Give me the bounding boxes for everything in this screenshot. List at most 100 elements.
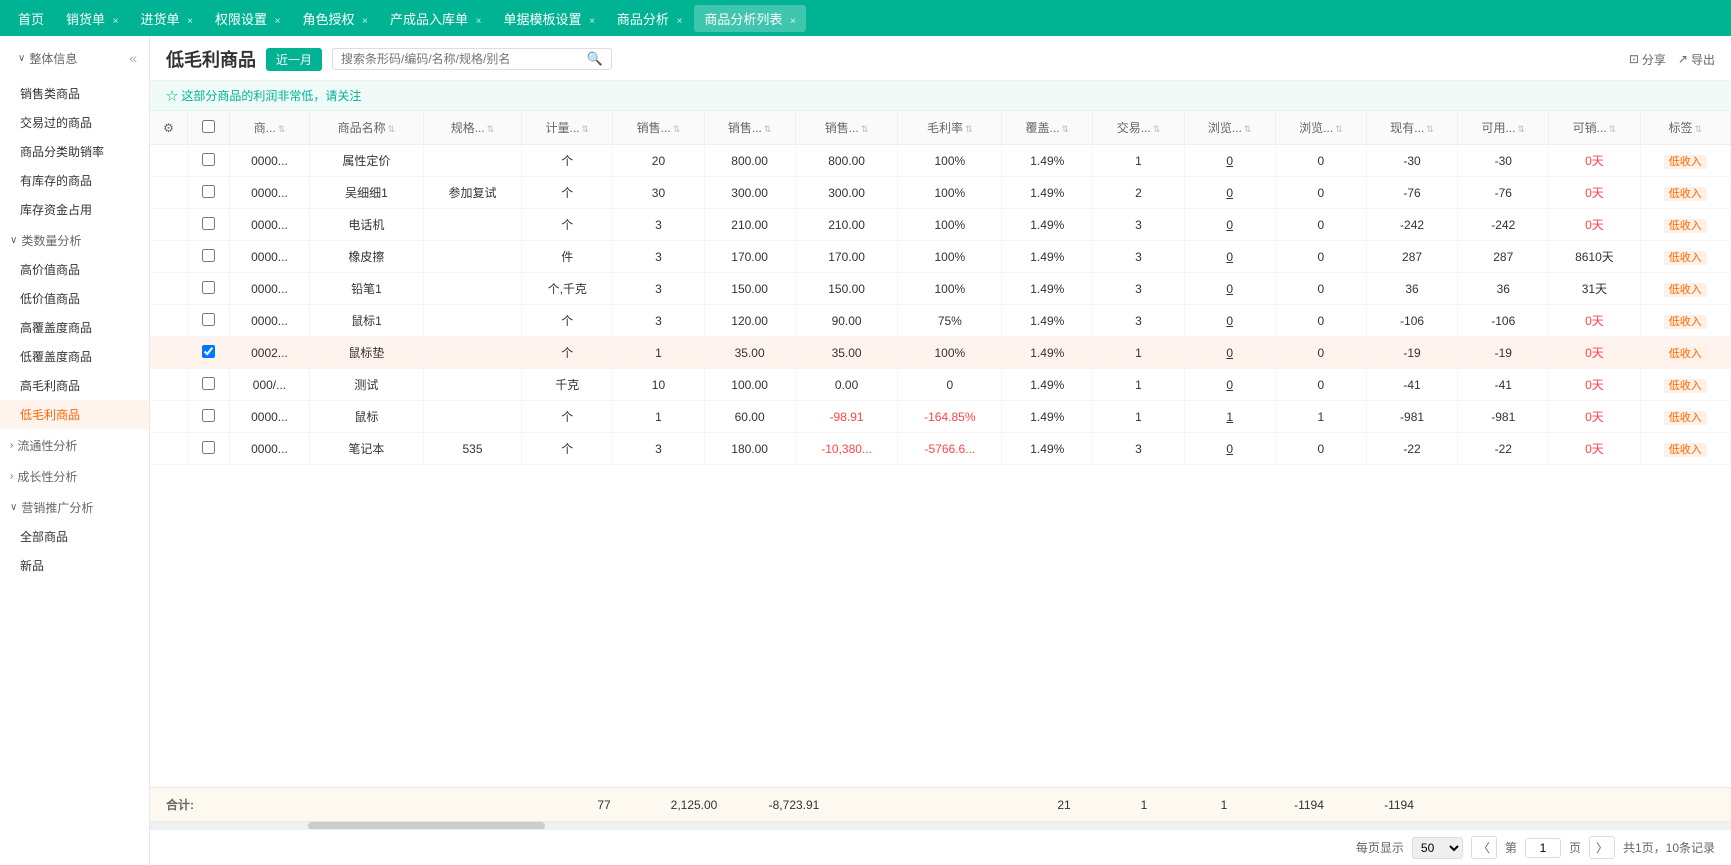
cell-checkbox[interactable] — [188, 177, 230, 209]
row-checkbox[interactable] — [202, 441, 215, 454]
cell-name: 铅笔1 — [310, 273, 424, 305]
cell-coverage: 1.49% — [1002, 401, 1093, 433]
sidebar-item-all-goods[interactable]: 全部商品 — [0, 522, 149, 551]
cell-views1[interactable]: 0 — [1184, 209, 1275, 241]
cell-checkbox[interactable] — [188, 433, 230, 465]
cell-views1[interactable]: 0 — [1184, 433, 1275, 465]
sidebar-item-high-margin[interactable]: 高毛利商品 — [0, 371, 149, 400]
sidebar-group-overall-info[interactable]: ∨ 整体信息 — [8, 42, 87, 73]
row-checkbox[interactable] — [202, 345, 215, 358]
nav-sales-order[interactable]: 销货单 × — [56, 5, 128, 32]
nav-product-entry[interactable]: 产成品入库单 × — [380, 5, 491, 32]
cell-views2: 0 — [1275, 433, 1366, 465]
nav-product-analysis[interactable]: 商品分析 × — [607, 5, 692, 32]
row-checkbox[interactable] — [202, 409, 215, 422]
cell-settings — [150, 401, 188, 433]
nav-close-icon[interactable]: × — [589, 16, 595, 27]
sidebar-item-traded-goods[interactable]: 交易过的商品 — [0, 108, 149, 137]
cell-views1[interactable]: 0 — [1184, 305, 1275, 337]
share-button[interactable]: ⊡ 分享 — [1629, 51, 1666, 68]
sidebar-item-low-margin[interactable]: 低毛利商品 — [0, 400, 149, 429]
nav-template-settings[interactable]: 单据模板设置 × — [493, 5, 604, 32]
search-input[interactable] — [341, 52, 587, 66]
cell-code: 0000... — [229, 305, 309, 337]
search-icon[interactable]: 🔍 — [587, 51, 603, 67]
cell-views1[interactable]: 0 — [1184, 273, 1275, 305]
nav-close-icon[interactable]: × — [187, 16, 193, 27]
row-checkbox[interactable] — [202, 377, 215, 390]
nav-close-icon[interactable]: × — [113, 16, 119, 27]
cell-checkbox[interactable] — [188, 401, 230, 433]
nav-close-icon[interactable]: × — [677, 16, 683, 27]
nav-close-icon[interactable]: × — [362, 16, 368, 27]
col-checkbox[interactable] — [188, 111, 230, 145]
sidebar-collapse-button[interactable]: « — [125, 46, 141, 70]
nav-purchase-order[interactable]: 进货单 × — [131, 5, 203, 32]
nav-product-analysis-list[interactable]: 商品分析列表 × — [694, 5, 805, 32]
cell-current-stock: -981 — [1366, 401, 1457, 433]
cell-sales-qty: 3 — [613, 209, 704, 241]
page-size-select[interactable]: 50 20 100 — [1412, 837, 1463, 859]
sidebar-group-marketing[interactable]: ∨ 营销推广分析 — [0, 491, 149, 522]
nav-permissions[interactable]: 权限设置 × — [205, 5, 290, 32]
cell-checkbox[interactable] — [188, 273, 230, 305]
cell-name: 笔记本 — [310, 433, 424, 465]
sidebar-item-category-rate[interactable]: 商品分类助销率 — [0, 137, 149, 166]
row-checkbox[interactable] — [202, 217, 215, 230]
sidebar-item-sales-goods[interactable]: 销售类商品 — [0, 79, 149, 108]
sidebar-item-new-goods[interactable]: 新品 — [0, 551, 149, 580]
cell-checkbox[interactable] — [188, 305, 230, 337]
prev-page-button[interactable]: 〈 — [1471, 836, 1497, 859]
col-sales-profit: 销售...⇅ — [795, 111, 898, 145]
cell-sales-profit: 210.00 — [795, 209, 898, 241]
cell-views1[interactable]: 0 — [1184, 241, 1275, 273]
cell-checkbox[interactable] — [188, 209, 230, 241]
nav-close-icon[interactable]: × — [476, 16, 482, 27]
cell-views1[interactable]: 0 — [1184, 369, 1275, 401]
col-settings[interactable]: ⚙ — [150, 111, 188, 145]
cell-sales-qty: 3 — [613, 433, 704, 465]
sidebar-group-liquidity[interactable]: › 流通性分析 — [0, 429, 149, 460]
cell-checkbox[interactable] — [188, 145, 230, 177]
sidebar-item-low-value[interactable]: 低价值商品 — [0, 284, 149, 313]
row-checkbox[interactable] — [202, 153, 215, 166]
cell-checkbox[interactable] — [188, 369, 230, 401]
total-available-stock: -1194 — [1364, 798, 1434, 812]
next-page-button[interactable]: 〉 — [1589, 836, 1615, 859]
cell-code: 0000... — [229, 177, 309, 209]
sidebar-group-growth[interactable]: › 成长性分析 — [0, 460, 149, 491]
chevron-down-icon: ∨ — [18, 53, 25, 64]
cell-checkbox[interactable] — [188, 241, 230, 273]
cell-available-stock: -30 — [1458, 145, 1549, 177]
row-checkbox[interactable] — [202, 281, 215, 294]
table-row: 0000... 橡皮擦 件 3 170.00 170.00 100% 1.49%… — [150, 241, 1731, 273]
sidebar-group-quantity-analysis[interactable]: ∨ 类数量分析 — [0, 224, 149, 255]
cell-views1[interactable]: 0 — [1184, 177, 1275, 209]
sidebar-item-high-value[interactable]: 高价值商品 — [0, 255, 149, 284]
filter-period-button[interactable]: 近一月 — [266, 48, 322, 71]
row-checkbox[interactable] — [202, 185, 215, 198]
nav-role-auth[interactable]: 角色授权 × — [292, 5, 377, 32]
total-sales-profit: -8,723.91 — [754, 798, 834, 812]
page-number-input[interactable] — [1525, 838, 1561, 858]
cell-transaction: 3 — [1093, 273, 1184, 305]
nav-close-icon[interactable]: × — [790, 16, 796, 27]
select-all-checkbox[interactable] — [202, 120, 215, 133]
cell-views1[interactable]: 0 — [1184, 145, 1275, 177]
col-coverage: 覆盖...⇅ — [1002, 111, 1093, 145]
cell-views1[interactable]: 0 — [1184, 337, 1275, 369]
sidebar-item-stocked-goods[interactable]: 有库存的商品 — [0, 166, 149, 195]
sidebar-item-high-coverage[interactable]: 高覆盖度商品 — [0, 313, 149, 342]
sidebar-item-low-coverage[interactable]: 低覆盖度商品 — [0, 342, 149, 371]
cell-settings — [150, 273, 188, 305]
sidebar-item-inventory-capital[interactable]: 库存资金占用 — [0, 195, 149, 224]
export-button[interactable]: ↗ 导出 — [1678, 51, 1715, 68]
cell-checkbox[interactable] — [188, 337, 230, 369]
cell-gross-rate: 100% — [898, 145, 1002, 177]
nav-close-icon[interactable]: × — [275, 16, 281, 27]
row-checkbox[interactable] — [202, 249, 215, 262]
nav-home[interactable]: 首页 — [8, 5, 54, 32]
cell-views1[interactable]: 1 — [1184, 401, 1275, 433]
horizontal-scrollbar[interactable] — [150, 821, 1731, 829]
row-checkbox[interactable] — [202, 313, 215, 326]
